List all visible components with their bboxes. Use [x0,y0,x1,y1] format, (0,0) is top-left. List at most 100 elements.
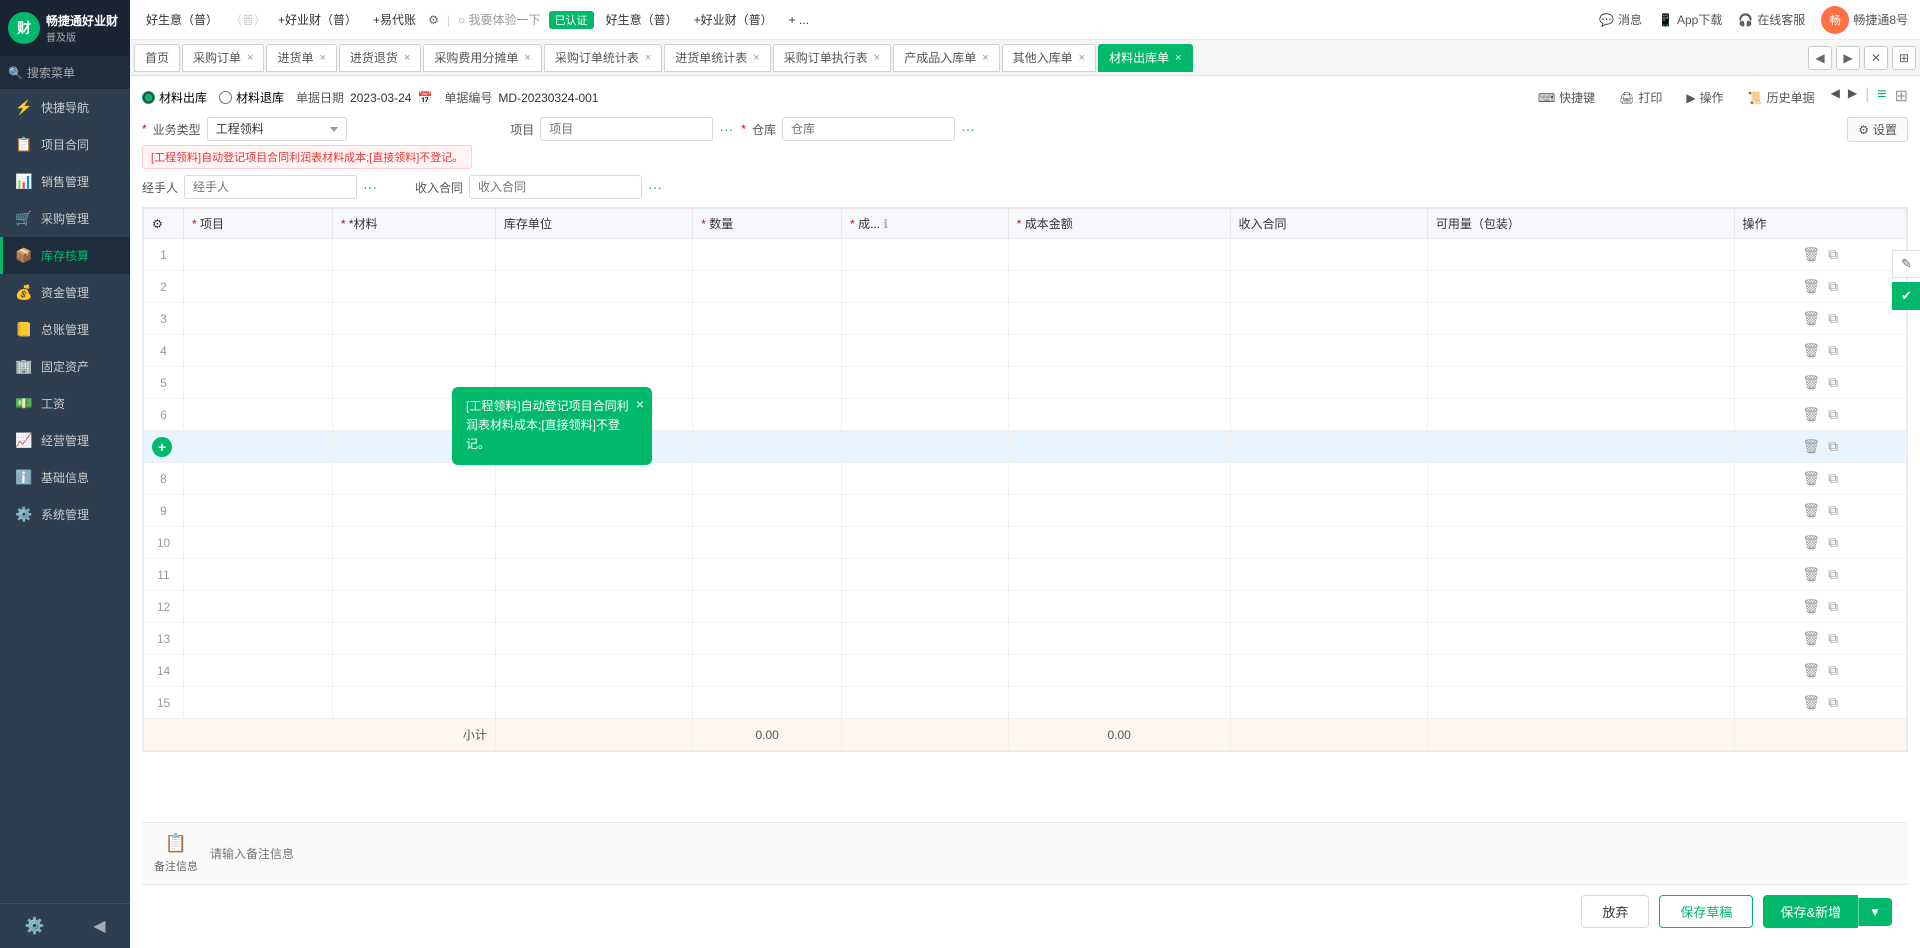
tab-home[interactable]: 首页 [134,44,180,72]
income-contract-dots-btn[interactable]: ··· [648,179,662,195]
notes-input[interactable] [210,847,1896,861]
tabs-close-btn[interactable]: ✕ [1864,46,1888,70]
project-dots-btn[interactable]: ··· [719,121,733,137]
tab-close-purchase-in[interactable]: × [319,52,325,64]
tab-other-in[interactable]: 其他入库单 × [1002,44,1096,72]
col-settings-icon[interactable]: ⚙ [152,217,163,231]
tab-purchase-in[interactable]: 进货单 × [266,44,336,72]
row-copy-btn[interactable]: ⧉ [1826,596,1840,617]
row-delete-btn[interactable]: 🗑 [1800,404,1822,425]
tab-purchase-return[interactable]: 进货退货 × [339,44,421,72]
tab-finished-in[interactable]: 产成品入库单 × [893,44,999,72]
radio-material-out[interactable]: 材料出库 [142,89,207,106]
top-nav-settings-icon[interactable]: ⚙ [428,13,439,27]
row-copy-btn[interactable]: ⧉ [1826,340,1840,361]
row-delete-btn[interactable]: 🗑 [1800,244,1822,265]
tab-purchase-order[interactable]: 采购订单 × [182,44,264,72]
save-draft-button[interactable]: 保存草稿 [1659,895,1753,928]
row-copy-btn[interactable]: ⧉ [1826,628,1840,649]
nav-arrow-left[interactable]: ◀ [1831,86,1840,109]
user-menu[interactable]: 畅 畅捷通8号 [1821,6,1908,34]
row-copy-btn[interactable]: ⧉ [1826,372,1840,393]
row-delete-btn[interactable]: 🗑 [1800,436,1822,457]
row-copy-btn[interactable]: ⧉ [1826,308,1840,329]
row-delete-btn[interactable]: 🗑 [1800,340,1822,361]
warehouse-input[interactable] [782,117,955,141]
tab-close-purchase-fee[interactable]: × [524,52,530,64]
sidebar-item-xiaoshou[interactable]: 📊 销售管理 [0,163,130,200]
row-delete-btn[interactable]: 🗑 [1800,596,1822,617]
tab-in-stat[interactable]: 进货单统计表 × [664,44,770,72]
row-delete-btn[interactable]: 🗑 [1800,468,1822,489]
row-delete-btn[interactable]: 🗑 [1800,660,1822,681]
search-menu[interactable]: 🔍 搜索菜单 [0,56,130,89]
row-delete-btn[interactable]: 🗑 [1800,276,1822,297]
row-copy-btn[interactable]: ⧉ [1826,276,1840,297]
tabs-next-btn[interactable]: ▶ [1836,46,1860,70]
income-contract-input[interactable] [469,175,642,199]
sidebar-item-gongzi[interactable]: 💵 工资 [0,385,130,422]
warehouse-dots-btn[interactable]: ··· [961,121,975,137]
tab-close-purchase-order[interactable]: × [247,52,253,64]
tab-close-other-in[interactable]: × [1079,52,1085,64]
tab-close-purchase-exec[interactable]: × [874,52,880,64]
row-copy-btn[interactable]: ⧉ [1826,564,1840,585]
project-input[interactable] [540,117,713,141]
tab-close-purchase-return[interactable]: × [404,52,410,64]
row-delete-btn[interactable]: 🗑 [1800,532,1822,553]
tab-purchase-exec[interactable]: 采购订单执行表 × [773,44,891,72]
app-download-btn[interactable]: 📱 App下载 [1658,11,1722,28]
top-nav-more[interactable]: + ... [785,13,813,27]
nav-arrow-right[interactable]: ▶ [1848,86,1857,109]
sidebar-item-xitong[interactable]: ⚙️ 系统管理 [0,496,130,533]
row-copy-btn[interactable]: ⧉ [1826,436,1840,457]
sidebar-settings-btn[interactable]: ⚙️ [16,912,52,940]
right-tool-edit[interactable]: ✎ [1892,250,1920,278]
row-copy-btn[interactable]: ⧉ [1826,692,1840,713]
add-row-btn[interactable]: + [152,437,172,457]
history-doc-btn[interactable]: 📜 历史单据 [1740,86,1823,109]
sidebar-item-jingying[interactable]: 📈 经营管理 [0,422,130,459]
row-copy-btn[interactable]: ⧉ [1826,404,1840,425]
row-delete-btn[interactable]: 🗑 [1800,372,1822,393]
sidebar-item-caigou[interactable]: 🛒 采购管理 [0,200,130,237]
top-nav-experience[interactable]: ○ 我要体验一下 [458,11,541,28]
row-copy-btn[interactable]: ⧉ [1826,244,1840,265]
tooltip-close-btn[interactable]: × [636,393,644,415]
tab-purchase-fee[interactable]: 采购费用分摊单 × [423,44,541,72]
online-service-btn[interactable]: 🎧 在线客服 [1738,11,1805,28]
tab-material-out[interactable]: 材料出库单 × [1098,44,1192,72]
print-btn[interactable]: 🖨 打印 [1611,86,1670,109]
top-nav-haoyecai2[interactable]: +好业财（普） [690,11,777,28]
tabs-grid-btn[interactable]: ⊞ [1892,46,1916,70]
top-nav-haoshengyi[interactable]: 好生意（普） [142,11,222,28]
sidebar-item-xiangmu[interactable]: 📋 项目合同 [0,126,130,163]
sidebar-item-jichuxinxi[interactable]: ℹ️ 基础信息 [0,459,130,496]
tab-close-finished-in[interactable]: × [982,52,988,64]
shortcut-key-btn[interactable]: ⌨ 快捷键 [1530,86,1603,109]
message-btn[interactable]: 💬 消息 [1599,11,1642,28]
save-new-main-btn[interactable]: 保存&新增 [1763,895,1858,928]
cost-info-icon[interactable]: ℹ [883,217,888,231]
tab-purchase-stat[interactable]: 采购订单统计表 × [544,44,662,72]
row-delete-btn[interactable]: 🗑 [1800,628,1822,649]
sidebar-item-kucun[interactable]: 📦 库存核算 [0,237,130,274]
row-copy-btn[interactable]: ⧉ [1826,532,1840,553]
top-nav-haoshengyi2[interactable]: 好生意（普） [602,11,682,28]
tab-close-material-out[interactable]: × [1175,52,1181,64]
operation-btn[interactable]: ▶ 操作 [1678,86,1731,109]
sidebar-item-kuaijie[interactable]: ⚡ 快捷导航 [0,89,130,126]
row-copy-btn[interactable]: ⧉ [1826,468,1840,489]
tab-close-purchase-stat[interactable]: × [645,52,651,64]
row-delete-btn[interactable]: 🗑 [1800,308,1822,329]
row-delete-btn[interactable]: 🗑 [1800,564,1822,585]
sidebar-item-zijin[interactable]: 💰 资金管理 [0,274,130,311]
row-copy-btn[interactable]: ⧉ [1826,500,1840,521]
row-copy-btn[interactable]: ⧉ [1826,660,1840,681]
discard-button[interactable]: 放弃 [1581,895,1649,928]
view-mode-list[interactable]: ≡ [1877,86,1886,109]
handler-dots-btn[interactable]: ··· [363,179,377,195]
top-nav-haoyecai[interactable]: +好业财（普） [274,11,361,28]
row-delete-btn[interactable]: 🗑 [1800,500,1822,521]
top-nav-yidaizhang[interactable]: +易代账 [369,11,420,28]
